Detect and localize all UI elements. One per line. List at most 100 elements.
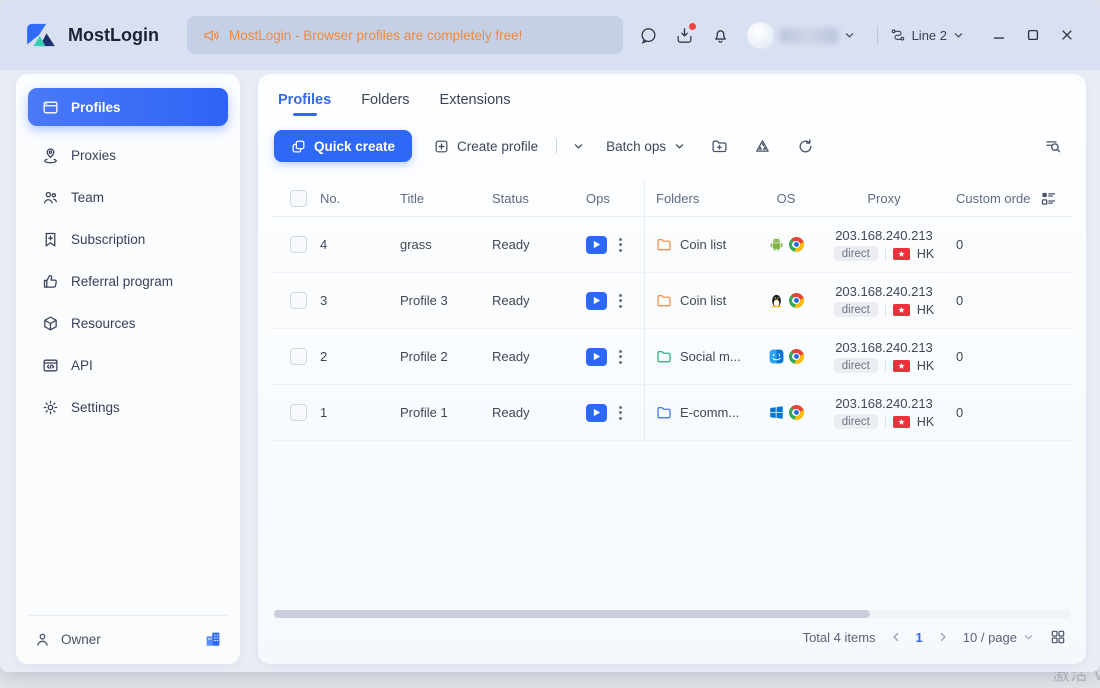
- table-row[interactable]: 2 Profile 2 Ready Social m...: [272, 329, 1072, 385]
- copy-squares-icon: [291, 139, 306, 154]
- brand: MostLogin: [20, 16, 159, 54]
- divider: [885, 416, 886, 428]
- select-all-checkbox[interactable]: [290, 190, 307, 207]
- batch-ops-dropdown[interactable]: Batch ops: [606, 139, 685, 154]
- support-icon[interactable]: [631, 17, 667, 53]
- scrollbar-thumb[interactable]: [274, 610, 870, 618]
- tab-folders[interactable]: Folders: [361, 92, 409, 118]
- cell-status: Ready: [484, 349, 576, 364]
- folder-plus-icon[interactable]: [711, 138, 728, 155]
- row-checkbox[interactable]: [290, 236, 307, 253]
- launch-profile-button[interactable]: [586, 292, 607, 310]
- row-checkbox[interactable]: [290, 348, 307, 365]
- close-button[interactable]: [1050, 18, 1084, 52]
- network-line-icon: [890, 27, 906, 43]
- tab-extensions[interactable]: Extensions: [440, 92, 511, 118]
- cell-title: Profile 1: [388, 405, 484, 420]
- sidebar-item-proxies[interactable]: Proxies: [28, 140, 228, 170]
- launch-profile-button[interactable]: [586, 404, 607, 422]
- macos-icon: [769, 349, 784, 364]
- building-icon[interactable]: [204, 630, 222, 648]
- line-switch-dropdown[interactable]: Line 2: [890, 27, 964, 43]
- sidebar-item-label: Profiles: [71, 100, 121, 115]
- cell-folder: Social m...: [680, 349, 741, 364]
- table-row[interactable]: 3 Profile 3 Ready Coin list: [272, 273, 1072, 329]
- cell-no: 3: [316, 293, 388, 308]
- cell-custom-order: 0: [954, 349, 1038, 364]
- cell-no: 1: [316, 405, 388, 420]
- account-menu[interactable]: [747, 22, 855, 49]
- quick-create-button[interactable]: Quick create: [274, 130, 412, 162]
- more-actions-icon[interactable]: [616, 403, 625, 423]
- header-status[interactable]: Status: [484, 191, 576, 206]
- sidebar-item-profiles[interactable]: Profiles: [28, 88, 228, 126]
- quick-create-label: Quick create: [314, 139, 395, 154]
- header-ops: Ops: [576, 191, 644, 206]
- sidebar-item-api[interactable]: API: [28, 350, 228, 380]
- proxy-ip: 203.168.240.213: [835, 228, 933, 243]
- more-actions-icon[interactable]: [616, 347, 625, 367]
- proxy-ip: 203.168.240.213: [835, 340, 933, 355]
- download-icon[interactable]: [667, 17, 703, 53]
- main-panel: Profiles Folders Extensions Quick create: [258, 74, 1086, 664]
- person-icon: [34, 631, 51, 648]
- maximize-button[interactable]: [1016, 18, 1050, 52]
- notification-dot: [689, 23, 696, 30]
- proxy-mode-tag: direct: [834, 414, 878, 429]
- divider: [877, 26, 878, 44]
- table-row[interactable]: 4 grass Ready Coin list: [272, 217, 1072, 273]
- sidebar-item-resources[interactable]: Resources: [28, 308, 228, 338]
- cell-status: Ready: [484, 405, 576, 420]
- chrome-icon: [789, 349, 804, 364]
- cell-status: Ready: [484, 293, 576, 308]
- header-no[interactable]: No.: [316, 191, 388, 206]
- launch-profile-button[interactable]: [586, 348, 607, 366]
- chevron-down-icon: [573, 141, 584, 152]
- filter-search-icon[interactable]: [1044, 137, 1062, 155]
- minimize-button[interactable]: [982, 18, 1016, 52]
- refresh-icon[interactable]: [797, 138, 814, 155]
- proxy-region: HK: [917, 303, 934, 317]
- table-row[interactable]: 1 Profile 1 Ready E-comm...: [272, 385, 1072, 441]
- sidebar-item-label: Settings: [71, 400, 120, 415]
- launch-profile-button[interactable]: [586, 236, 607, 254]
- browser-profiles-icon: [42, 99, 59, 116]
- cell-title: Profile 2: [388, 349, 484, 364]
- column-settings-icon[interactable]: [1040, 190, 1057, 207]
- cell-custom-order: 0: [954, 237, 1038, 252]
- cell-folder: Coin list: [680, 293, 726, 308]
- recycle-icon[interactable]: [754, 138, 771, 155]
- sidebar-item-label: Proxies: [71, 148, 116, 163]
- bell-icon[interactable]: [703, 17, 739, 53]
- create-profile-label: Create profile: [457, 139, 538, 154]
- hk-flag-icon: [893, 304, 910, 316]
- sidebar-item-team[interactable]: Team: [28, 182, 228, 212]
- total-items-label: Total 4 items: [803, 630, 876, 645]
- prev-page-icon[interactable]: [890, 631, 902, 643]
- folder-icon: [656, 349, 672, 365]
- sidebar-item-subscription[interactable]: Subscription: [28, 224, 228, 254]
- plus-square-icon: [434, 139, 449, 154]
- fixed-column-divider: [644, 180, 645, 441]
- row-checkbox[interactable]: [290, 404, 307, 421]
- create-profile-button[interactable]: Create profile: [434, 139, 584, 154]
- next-page-icon[interactable]: [937, 631, 949, 643]
- page-size-dropdown[interactable]: 10 / page: [963, 630, 1034, 645]
- android-icon: [769, 237, 784, 252]
- page-number[interactable]: 1: [916, 630, 923, 645]
- sidebar-item-referral[interactable]: Referral program: [28, 266, 228, 296]
- folder-icon: [656, 405, 672, 421]
- page-size-label: 10 / page: [963, 630, 1017, 645]
- tab-profiles[interactable]: Profiles: [278, 92, 331, 118]
- announcement-banner[interactable]: MostLogin - Browser profiles are complet…: [187, 16, 623, 54]
- line-switch-label: Line 2: [912, 28, 947, 43]
- grid-view-icon[interactable]: [1050, 629, 1066, 645]
- proxy-mode-tag: direct: [834, 246, 878, 261]
- more-actions-icon[interactable]: [616, 235, 625, 255]
- sidebar-item-settings[interactable]: Settings: [28, 392, 228, 422]
- header-title[interactable]: Title: [388, 191, 484, 206]
- row-checkbox[interactable]: [290, 292, 307, 309]
- titlebar-actions: Line 2: [631, 17, 1084, 53]
- more-actions-icon[interactable]: [616, 291, 625, 311]
- proxy-ip: 203.168.240.213: [835, 396, 933, 411]
